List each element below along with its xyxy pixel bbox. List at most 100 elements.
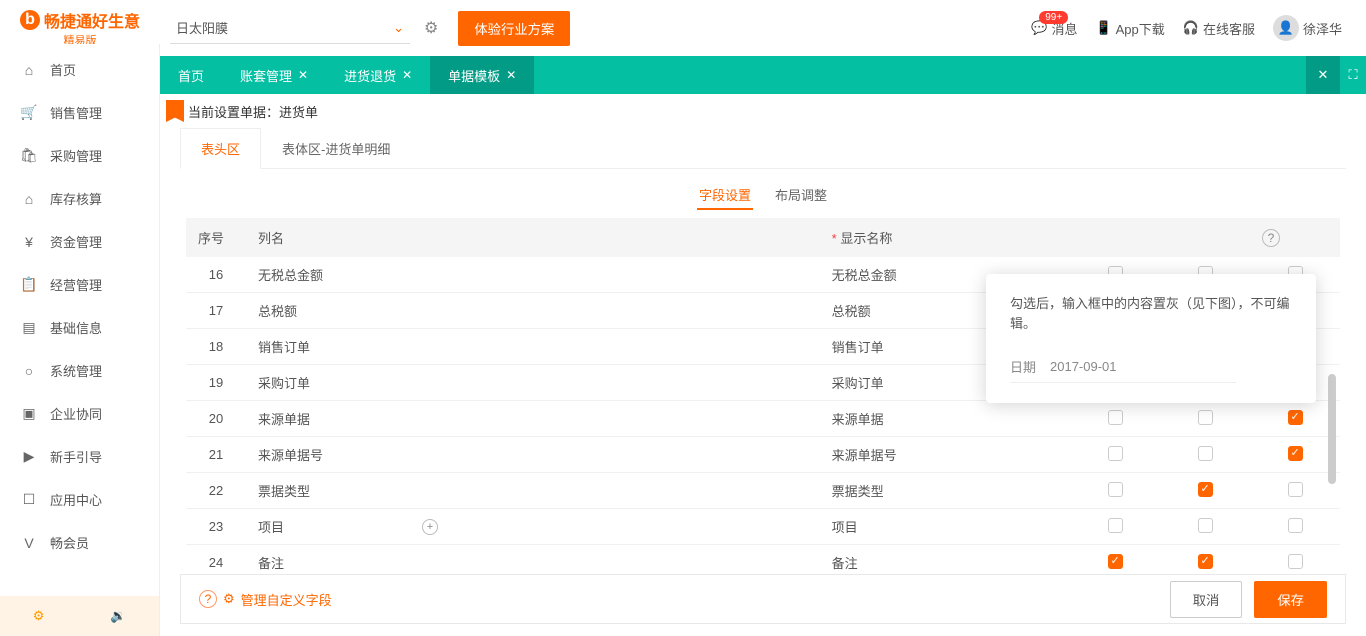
checkbox[interactable] [1108, 554, 1123, 569]
checkbox[interactable] [1198, 482, 1213, 497]
cell-col-name: 来源单据 [246, 401, 820, 437]
question-icon: ? [199, 590, 217, 608]
plus-icon[interactable]: + [422, 519, 438, 535]
cell-chk2 [1160, 509, 1250, 545]
cell-chk1 [1070, 401, 1160, 437]
cell-display-name[interactable]: 来源单据号 [820, 437, 1070, 473]
gear-icon[interactable]: ⚙ [424, 18, 438, 38]
cell-chk1 [1070, 437, 1160, 473]
customer-service-link[interactable]: 🎧 在线客服 [1183, 19, 1255, 38]
sidebar-item-10[interactable]: ☐应用中心 [0, 478, 159, 521]
tab-3[interactable]: 单据模板✕ [430, 56, 534, 94]
checkbox[interactable] [1108, 410, 1123, 425]
sidebar-icon: 📋 [20, 276, 38, 294]
save-button[interactable]: 保存 [1254, 581, 1327, 618]
cell-chk1 [1070, 509, 1160, 545]
tooltip-example: 日期 2017-09-01 [1010, 357, 1236, 383]
sidebar-icon: ▤ [20, 319, 38, 337]
cancel-button[interactable]: 取消 [1170, 581, 1243, 618]
logo-icon: b [20, 10, 40, 30]
cell-display-name[interactable]: 项目 [820, 509, 1070, 545]
sub-tab-0[interactable]: 字段设置 [697, 181, 753, 210]
volume-icon[interactable]: 🔉 [110, 608, 126, 624]
cell-chk2 [1160, 473, 1250, 509]
topbar-right: 💬 99+ 消息 📱 App下载 🎧 在线客服 👤 徐泽华 [1031, 15, 1366, 41]
sidebar-item-9[interactable]: ▶新手引导 [0, 435, 159, 478]
inner-tab-0[interactable]: 表头区 [180, 128, 261, 169]
messages-link[interactable]: 💬 99+ 消息 [1031, 19, 1077, 38]
cell-chk2 [1160, 401, 1250, 437]
checkbox[interactable] [1288, 518, 1303, 533]
sidebar-list: ⌂首页🛒销售管理🛍采购管理⌂库存核算¥资金管理📋经营管理 ▤ 基础信息 ○系统管理▣企… [0, 44, 159, 596]
cell-seq: 18 [186, 329, 246, 365]
close-icon[interactable]: ✕ [506, 68, 516, 82]
cell-col-name: 采购订单 [246, 365, 820, 401]
sidebar-item-11[interactable]: V畅会员 [0, 521, 159, 564]
tab-1[interactable]: 账套管理✕ [222, 56, 326, 94]
checkbox[interactable] [1198, 518, 1213, 533]
app-download-link[interactable]: 📱 App下载 [1095, 19, 1164, 38]
sidebar-item-label: 基础信息 [50, 318, 102, 337]
cell-seq: 21 [186, 437, 246, 473]
table-row: 21来源单据号来源单据号 [186, 437, 1340, 473]
custom-fields-label: 管理自定义字段 [241, 590, 332, 609]
logo[interactable]: b 畅捷通好生意 精易版 [0, 8, 160, 48]
org-selector[interactable]: 日太阳膜 ⌄ [170, 12, 410, 44]
gear-icon[interactable]: ⚙ [33, 608, 45, 624]
sidebar-item-4[interactable]: ¥资金管理 [0, 220, 159, 263]
inner-tab-1[interactable]: 表体区-进货单明细 [261, 128, 411, 168]
sidebar-item-label: 资金管理 [50, 232, 102, 251]
sidebar-item-8[interactable]: ▣企业协同 [0, 392, 159, 435]
close-tab-button[interactable]: ✕ [1306, 56, 1340, 94]
user-menu[interactable]: 👤 徐泽华 [1273, 15, 1342, 41]
sidebar-item-5[interactable]: 📋经营管理 [0, 263, 159, 306]
close-icon[interactable]: ✕ [298, 68, 308, 82]
sidebar-item-7[interactable]: ○系统管理 [0, 349, 159, 392]
sub-tab-1[interactable]: 布局调整 [773, 181, 829, 210]
example-label: 日期 [1010, 357, 1036, 376]
checkbox[interactable] [1198, 446, 1213, 461]
sidebar-item-0[interactable]: ⌂首页 [0, 48, 159, 91]
sidebar-item-1[interactable]: 🛒销售管理 [0, 91, 159, 134]
logo-brand: 畅捷通好生意 [44, 8, 140, 32]
checkbox[interactable] [1288, 446, 1303, 461]
customer-service-label: 在线客服 [1203, 19, 1255, 38]
col-chk3: ? [1250, 218, 1340, 257]
cell-col-name: 项目+ [246, 509, 820, 545]
sidebar-item-3[interactable]: ⌂库存核算 [0, 177, 159, 220]
manage-custom-fields-link[interactable]: ? ⚙ 管理自定义字段 [199, 590, 332, 609]
checkbox[interactable] [1108, 482, 1123, 497]
checkbox[interactable] [1198, 410, 1213, 425]
expand-icon[interactable]: ⛶ [1340, 56, 1366, 94]
cell-col-name: 无税总金额 [246, 257, 820, 293]
experience-button[interactable]: 体验行业方案 [458, 11, 570, 46]
tab-2[interactable]: 进货退货✕ [326, 56, 430, 94]
sidebar-item-6[interactable]: ▤ 基础信息 [0, 306, 159, 349]
checkbox[interactable] [1108, 518, 1123, 533]
col-seq: 序号 [186, 218, 246, 257]
checkbox[interactable] [1288, 482, 1303, 497]
messages-badge: 99+ [1039, 11, 1068, 24]
checkbox[interactable] [1198, 554, 1213, 569]
cell-seq: 16 [186, 257, 246, 293]
cell-chk3 [1250, 401, 1340, 437]
cell-display-name[interactable]: 来源单据 [820, 401, 1070, 437]
gear-icon: ⚙ [223, 591, 235, 607]
tab-0[interactable]: 首页 [160, 56, 222, 94]
cell-chk2 [1160, 437, 1250, 473]
sidebar-item-label: 应用中心 [50, 490, 102, 509]
checkbox[interactable] [1288, 410, 1303, 425]
close-icon[interactable]: ✕ [402, 68, 412, 82]
content: 当前设置单据：进货单 表头区表体区-进货单明细 字段设置布局调整 序号 列名 显… [160, 94, 1366, 636]
sidebar-item-2[interactable]: 🛍采购管理 [0, 134, 159, 177]
table-row: 20来源单据来源单据 [186, 401, 1340, 437]
scrollbar[interactable] [1328, 374, 1336, 484]
help-icon[interactable]: ? [1262, 229, 1280, 247]
checkbox[interactable] [1108, 446, 1123, 461]
col-name: 列名 [246, 218, 820, 257]
sidebar-icon: V [20, 534, 38, 552]
checkbox[interactable] [1288, 554, 1303, 569]
sidebar-icon: 🛒 [20, 104, 38, 122]
cell-display-name[interactable]: 票据类型 [820, 473, 1070, 509]
flag-text: 当前设置单据：进货单 [188, 102, 318, 121]
